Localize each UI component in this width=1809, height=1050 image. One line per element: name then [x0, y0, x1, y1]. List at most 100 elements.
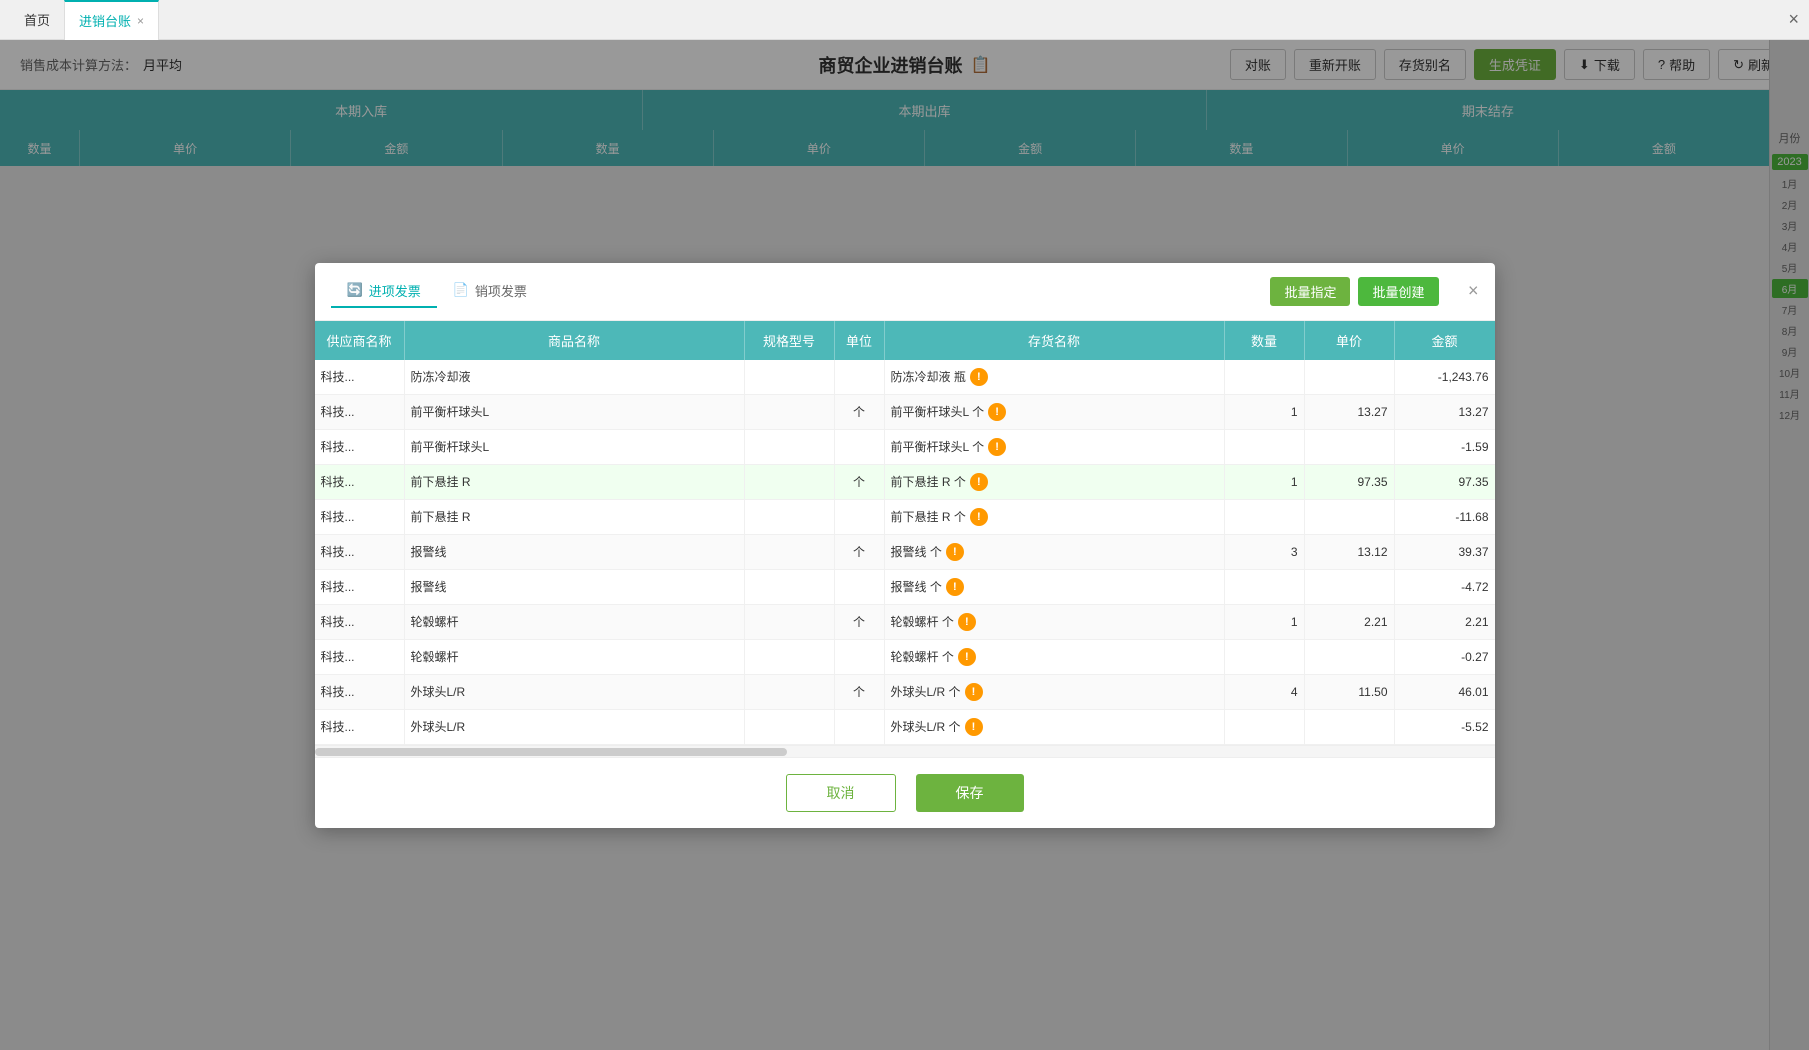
td-supplier: 科技...	[315, 640, 405, 674]
warning-icon: !	[958, 648, 976, 666]
td-stock-name: 前平衡杆球头L 个!	[885, 430, 1225, 464]
stock-name-text: 前下悬挂 R 个	[891, 473, 966, 490]
td-quantity	[1225, 500, 1305, 534]
table-row[interactable]: 科技... 外球头L/R 外球头L/R 个! -5.52	[315, 710, 1495, 745]
stock-name-text: 轮毂螺杆 个	[891, 613, 954, 630]
td-quantity: 3	[1225, 535, 1305, 569]
td-product-name: 前平衡杆球头L	[405, 430, 745, 464]
td-quantity: 4	[1225, 675, 1305, 709]
td-product-name: 外球头L/R	[405, 675, 745, 709]
table-row[interactable]: 科技... 前下悬挂 R 个 前下悬挂 R 个! 1 97.35 97.35	[315, 465, 1495, 500]
td-unit-price: 13.12	[1305, 535, 1395, 569]
table-row[interactable]: 科技... 前下悬挂 R 前下悬挂 R 个! -11.68	[315, 500, 1495, 535]
td-unit-price: 97.35	[1305, 465, 1395, 499]
table-row[interactable]: 科技... 前平衡杆球头L 前平衡杆球头L 个! -1.59	[315, 430, 1495, 465]
td-amount: -11.68	[1395, 500, 1495, 534]
td-product-name: 轮毂螺杆	[405, 640, 745, 674]
td-unit: 个	[835, 535, 885, 569]
td-stock-name: 报警线 个!	[885, 570, 1225, 604]
td-amount: 39.37	[1395, 535, 1495, 569]
td-product-name: 报警线	[405, 535, 745, 569]
td-supplier: 科技...	[315, 535, 405, 569]
window-close-icon[interactable]: ×	[1788, 9, 1799, 30]
td-amount: -0.27	[1395, 640, 1495, 674]
scrollbar-thumb[interactable]	[315, 748, 787, 756]
td-supplier: 科技...	[315, 500, 405, 534]
td-amount: 13.27	[1395, 395, 1495, 429]
td-product-name: 前平衡杆球头L	[405, 395, 745, 429]
cancel-button[interactable]: 取消	[786, 774, 896, 812]
td-product-name: 外球头L/R	[405, 710, 745, 744]
td-spec-model	[745, 675, 835, 709]
td-stock-name: 轮毂螺杆 个!	[885, 605, 1225, 639]
tab-home[interactable]: 首页	[10, 0, 64, 40]
td-unit-price	[1305, 360, 1395, 394]
td-quantity: 1	[1225, 465, 1305, 499]
stock-name-text: 外球头L/R 个	[891, 718, 961, 735]
td-stock-name: 外球头L/R 个!	[885, 710, 1225, 744]
modal-dialog: 🔄 进项发票 📄 销项发票 批量指定 批量创建 ×	[315, 263, 1495, 828]
warning-icon: !	[988, 403, 1006, 421]
td-amount: -5.52	[1395, 710, 1495, 744]
tab-outgoing-invoice[interactable]: 📄 销项发票	[437, 275, 543, 308]
save-button[interactable]: 保存	[916, 774, 1024, 812]
td-unit-price: 2.21	[1305, 605, 1395, 639]
batch-create-button[interactable]: 批量创建	[1358, 277, 1438, 306]
warning-icon: !	[946, 578, 964, 596]
table-row[interactable]: 科技... 报警线 个 报警线 个! 3 13.12 39.37	[315, 535, 1495, 570]
td-supplier: 科技...	[315, 710, 405, 744]
td-supplier: 科技...	[315, 675, 405, 709]
table-row[interactable]: 科技... 轮毂螺杆 个 轮毂螺杆 个! 1 2.21 2.21	[315, 605, 1495, 640]
th-stock-name: 存货名称	[885, 321, 1225, 360]
table-row[interactable]: 科技... 报警线 报警线 个! -4.72	[315, 570, 1495, 605]
td-unit	[835, 640, 885, 674]
modal-table-body[interactable]: 科技... 防冻冷却液 防冻冷却液 瓶! -1,243.76 科技... 前平衡…	[315, 360, 1495, 745]
tab-active[interactable]: 进销台账 ×	[64, 0, 159, 40]
horizontal-scrollbar[interactable]	[315, 745, 1495, 757]
warning-icon: !	[965, 683, 983, 701]
td-unit: 个	[835, 605, 885, 639]
batch-specify-button[interactable]: 批量指定	[1270, 277, 1350, 306]
td-unit-price: 11.50	[1305, 675, 1395, 709]
td-unit-price	[1305, 500, 1395, 534]
td-unit	[835, 360, 885, 394]
warning-icon: !	[988, 438, 1006, 456]
modal-close-icon[interactable]: ×	[1468, 281, 1479, 302]
stock-name-text: 轮毂螺杆 个	[891, 648, 954, 665]
tab-close-icon[interactable]: ×	[137, 14, 144, 28]
table-row[interactable]: 科技... 外球头L/R 个 外球头L/R 个! 4 11.50 46.01	[315, 675, 1495, 710]
td-supplier: 科技...	[315, 360, 405, 394]
modal-tabs: 🔄 进项发票 📄 销项发票	[331, 275, 543, 308]
tab-incoming-invoice[interactable]: 🔄 进项发票	[331, 275, 437, 308]
td-quantity	[1225, 570, 1305, 604]
td-spec-model	[745, 570, 835, 604]
table-row[interactable]: 科技... 防冻冷却液 防冻冷却液 瓶! -1,243.76	[315, 360, 1495, 395]
table-row[interactable]: 科技... 轮毂螺杆 轮毂螺杆 个! -0.27	[315, 640, 1495, 675]
td-spec-model	[745, 535, 835, 569]
warning-icon: !	[970, 368, 988, 386]
th-unit: 单位	[835, 321, 885, 360]
top-bar: 首页 进销台账 × ×	[0, 0, 1809, 40]
th-quantity: 数量	[1225, 321, 1305, 360]
modal-footer: 取消 保存	[315, 757, 1495, 828]
stock-name-text: 外球头L/R 个	[891, 683, 961, 700]
td-unit: 个	[835, 675, 885, 709]
td-spec-model	[745, 640, 835, 674]
td-stock-name: 报警线 个!	[885, 535, 1225, 569]
td-supplier: 科技...	[315, 570, 405, 604]
modal-table: 供应商名称 商品名称 规格型号 单位 存货名称 数量 单价 金额 科技... 防…	[315, 321, 1495, 757]
incoming-icon: 🔄	[347, 282, 363, 298]
stock-name-text: 防冻冷却液 瓶	[891, 368, 966, 385]
td-product-name: 前下悬挂 R	[405, 465, 745, 499]
warning-icon: !	[946, 543, 964, 561]
td-unit-price	[1305, 710, 1395, 744]
table-row[interactable]: 科技... 前平衡杆球头L 个 前平衡杆球头L 个! 1 13.27 13.27	[315, 395, 1495, 430]
td-unit	[835, 570, 885, 604]
td-supplier: 科技...	[315, 605, 405, 639]
warning-icon: !	[970, 508, 988, 526]
td-amount: 2.21	[1395, 605, 1495, 639]
td-quantity	[1225, 360, 1305, 394]
modal-table-header: 供应商名称 商品名称 规格型号 单位 存货名称 数量 单价 金额	[315, 321, 1495, 360]
td-spec-model	[745, 500, 835, 534]
td-unit-price	[1305, 640, 1395, 674]
